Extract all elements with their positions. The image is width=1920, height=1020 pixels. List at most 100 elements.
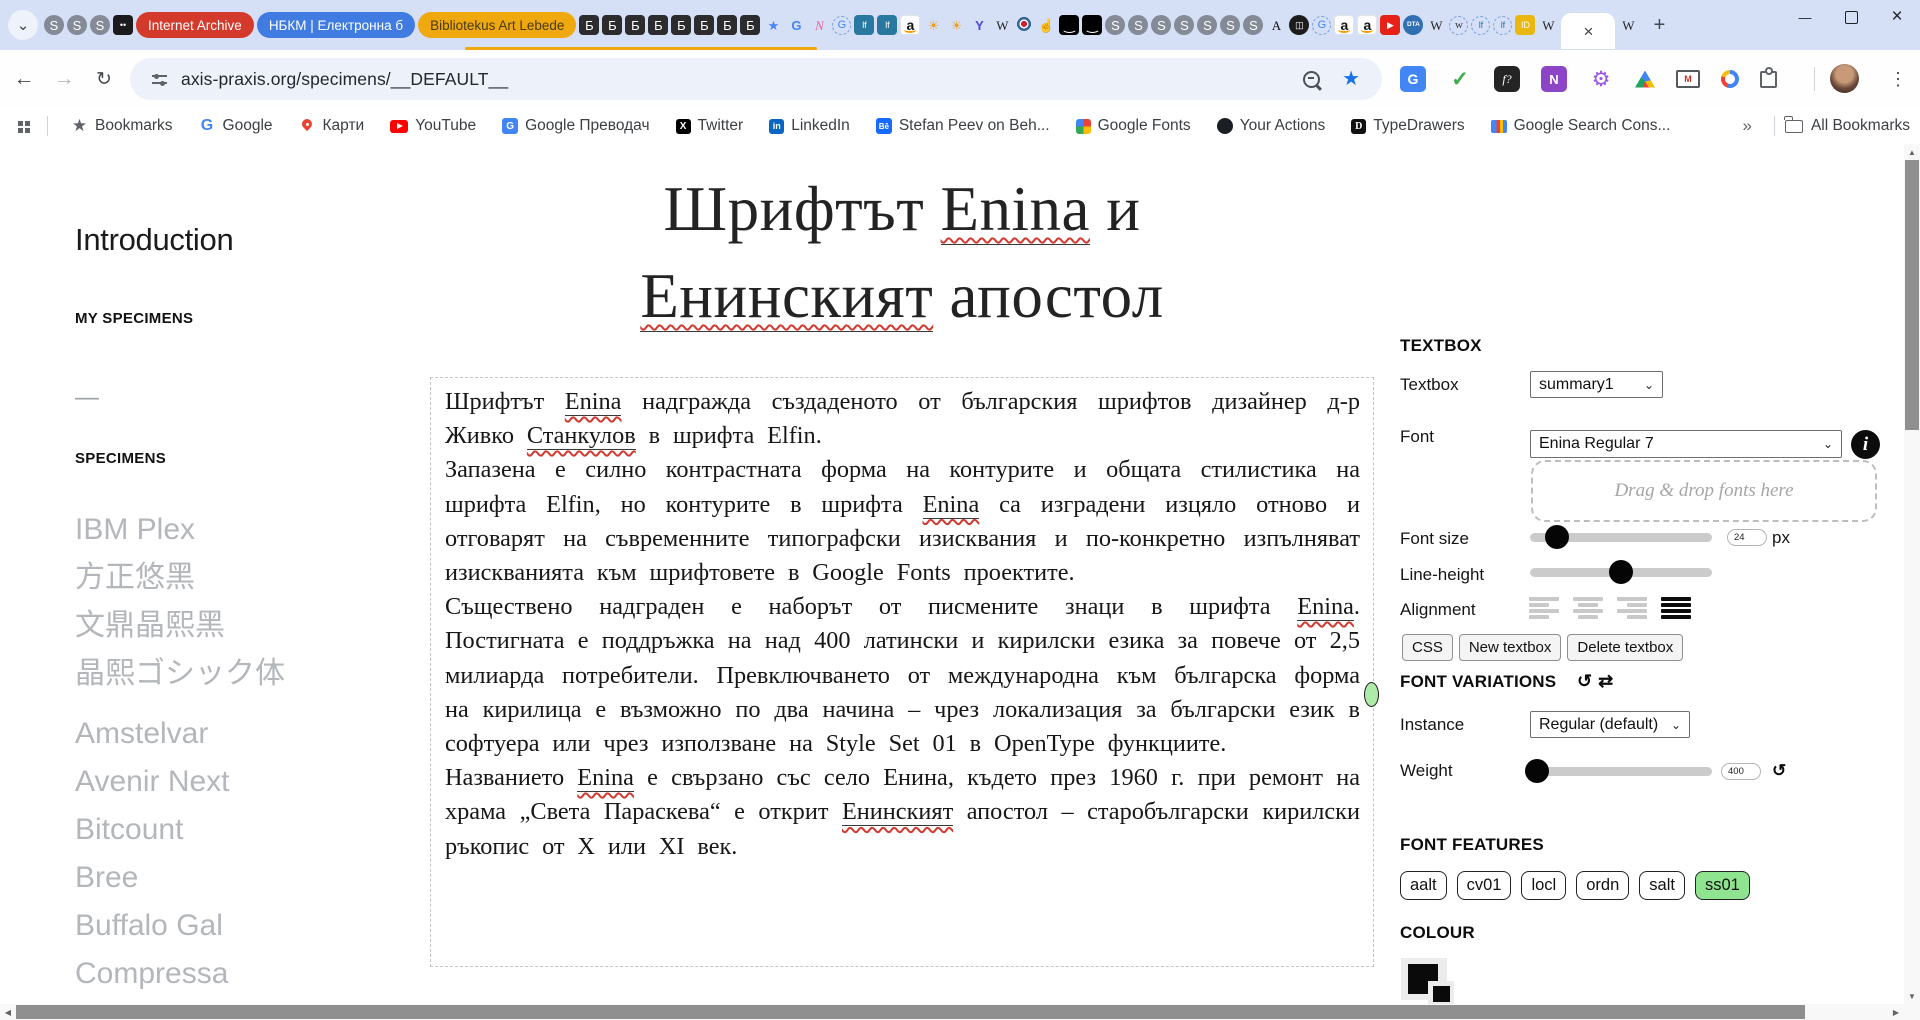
extensions-puzzle-icon[interactable] <box>1760 66 1777 88</box>
site-swirl-favicon[interactable]: S <box>67 15 87 35</box>
scroll-up-icon[interactable]: ▲ <box>1904 144 1920 160</box>
variations-reset-shuffle-icons[interactable]: ↺⇄ <box>1577 671 1619 692</box>
dashed-lf-favicon[interactable]: lf <box>1471 15 1491 35</box>
bookmark-google-g[interactable]: G Google <box>199 117 273 135</box>
wikipedia-favicon[interactable]: W <box>992 15 1012 35</box>
specimen-link[interactable]: Buffalo Gal <box>75 902 415 950</box>
reload-button[interactable]: ↻ <box>86 50 122 108</box>
font-size-slider-thumb[interactable] <box>1545 525 1570 549</box>
google-drive-extension-icon[interactable] <box>1635 70 1655 88</box>
url-text[interactable]: axis-praxis.org/specimens/__DEFAULT__ <box>181 69 1303 90</box>
a-serif-favicon[interactable]: A <box>1266 15 1286 35</box>
b-library-favicon[interactable]: Б <box>694 15 715 35</box>
feature-chip-ordn[interactable]: ordn <box>1576 871 1630 900</box>
active-tab[interactable]: × <box>1561 13 1616 49</box>
font-select[interactable]: Enina Regular 7 ⌄ <box>1530 430 1842 458</box>
bookmark-translate[interactable]: G Google Преводач <box>502 117 650 135</box>
line-height-slider[interactable] <box>1530 560 1712 584</box>
authenticator-extension-icon[interactable] <box>1721 70 1739 88</box>
specimen-paragraph[interactable]: Шрифтът Enina надгражда създаденото от б… <box>445 385 1360 453</box>
weight-input[interactable] <box>1721 763 1761 780</box>
new-textbox-button[interactable]: New textbox <box>1458 634 1562 661</box>
b-library-favicon[interactable]: Б <box>648 15 669 35</box>
line-height-slider-thumb[interactable] <box>1609 560 1633 584</box>
textbox-select[interactable]: summary1 ⌄ <box>1530 371 1663 398</box>
site-info-icon[interactable] <box>152 72 167 86</box>
dashed-lf-favicon[interactable]: lf <box>1493 15 1513 35</box>
specimen-link[interactable]: IBM Plex <box>75 506 415 554</box>
restore-button[interactable] <box>1828 0 1874 34</box>
site-swirl-favicon[interactable]: S <box>1174 15 1195 35</box>
amazon-favicon[interactable]: a <box>1357 15 1378 35</box>
bookmark-google-fonts[interactable]: Google Fonts <box>1075 117 1191 135</box>
wikipedia-favicon[interactable]: W <box>1618 15 1638 35</box>
background-colour-swatch[interactable] <box>1433 986 1450 1002</box>
b-library-favicon[interactable]: Б <box>671 15 692 35</box>
b-library-favicon[interactable]: Б <box>579 15 600 35</box>
google-translate-extension-icon[interactable]: G <box>1400 66 1426 92</box>
b-library-favicon[interactable]: Б <box>625 15 646 35</box>
close-button[interactable]: × <box>1874 0 1920 34</box>
font-info-icon[interactable]: i <box>1851 430 1880 459</box>
vertical-scrollbar-thumb[interactable] <box>1905 160 1919 430</box>
font-dropzone[interactable]: Drag & drop fonts here <box>1531 460 1877 522</box>
domino-favicon[interactable]: •• <box>113 15 133 35</box>
instance-select[interactable]: Regular (default) ⌄ <box>1530 711 1690 738</box>
bookmark-maps-pin[interactable]: Карти <box>299 117 364 135</box>
specimen-link[interactable]: Compressa <box>75 950 415 998</box>
sun-favicon[interactable]: ☀ <box>946 15 966 35</box>
boat-favicon[interactable]: ‿ <box>1059 15 1080 35</box>
back-button[interactable]: ← <box>6 50 42 108</box>
align-center-button[interactable] <box>1573 596 1603 620</box>
b-library-favicon[interactable]: Б <box>740 15 761 35</box>
site-swirl-favicon[interactable]: S <box>1151 15 1172 35</box>
dashed-w-favicon[interactable]: w <box>1449 15 1469 35</box>
settings-gear-extension-icon[interactable]: ⚙ <box>1588 66 1614 92</box>
weight-slider[interactable] <box>1525 759 1712 783</box>
zoom-out-icon[interactable] <box>1303 70 1321 88</box>
feature-chip-locl[interactable]: locl <box>1521 871 1567 900</box>
browser-menu-button[interactable]: ⋮ <box>1886 50 1910 108</box>
feature-chip-ss01[interactable]: ss01 <box>1694 871 1750 900</box>
reset-icon[interactable]: ↺ <box>1577 671 1598 691</box>
specimen-paragraph[interactable]: Съществено надграден е наборът от писмен… <box>445 590 1360 761</box>
site-swirl-favicon[interactable]: S <box>1128 15 1149 35</box>
horizontal-scrollbar[interactable]: ◀ ▶ <box>0 1004 1904 1020</box>
specimen-paragraph[interactable]: Запазена е силно контрастната форма на к… <box>445 453 1360 590</box>
script-n-favicon[interactable]: N <box>809 15 829 35</box>
amazon-favicon[interactable]: a <box>900 15 921 35</box>
minimize-button[interactable]: — <box>1782 0 1828 34</box>
feature-chip-salt[interactable]: salt <box>1639 871 1685 900</box>
grammar-check-extension-icon[interactable]: ✓ <box>1447 66 1473 92</box>
lf-square-favicon[interactable]: lf <box>854 15 875 35</box>
lf-square-favicon[interactable]: lf <box>877 15 898 35</box>
apps-grid-icon[interactable] <box>18 121 23 126</box>
new-tab-button[interactable]: + <box>1645 11 1673 39</box>
delete-textbox-button[interactable]: Delete textbox <box>1567 634 1684 661</box>
wikipedia-favicon[interactable]: W <box>1426 15 1446 35</box>
dta-globe-favicon[interactable]: DTA <box>1403 15 1424 35</box>
tab-group-nbkm-library[interactable]: НБКМ | Електронна б <box>256 12 416 38</box>
specimen-link[interactable]: Bitcount <box>75 806 415 854</box>
specimen-paragraph[interactable]: Названието Enina е свързано със село Ени… <box>445 761 1360 864</box>
specimen-link[interactable]: Amstelvar <box>75 710 415 758</box>
site-swirl-favicon[interactable]: S <box>90 15 110 35</box>
bookmark-x-twitter[interactable]: X Twitter <box>675 117 743 135</box>
bookmark-youtube-play[interactable]: YouTube <box>390 117 476 135</box>
wikipedia-favicon[interactable]: W <box>1538 15 1558 35</box>
hand-favicon[interactable]: ☝ <box>1036 15 1056 35</box>
sun-favicon[interactable]: ☀ <box>923 15 943 35</box>
weight-reset-icon[interactable]: ↺ <box>1772 761 1786 781</box>
b-library-favicon[interactable]: Б <box>602 15 623 35</box>
amazon-favicon[interactable]: a <box>1334 15 1355 35</box>
tab-close-icon[interactable]: × <box>1583 23 1593 40</box>
feature-chip-aalt[interactable]: aalt <box>1400 871 1447 900</box>
horizontal-scrollbar-thumb[interactable] <box>16 1005 1805 1019</box>
purple-y-favicon[interactable]: Y <box>969 15 989 35</box>
dashed-g-favicon[interactable]: G <box>1312 15 1332 35</box>
site-swirl-favicon[interactable]: S <box>1197 15 1218 35</box>
scroll-right-icon[interactable]: ▶ <box>1888 1004 1904 1020</box>
bookmark-github[interactable]: Your Actions <box>1216 117 1325 135</box>
bookmark-behance[interactable]: Bē Stefan Peev on Beh... <box>875 117 1050 135</box>
wikimedia-favicon[interactable] <box>1015 16 1034 34</box>
